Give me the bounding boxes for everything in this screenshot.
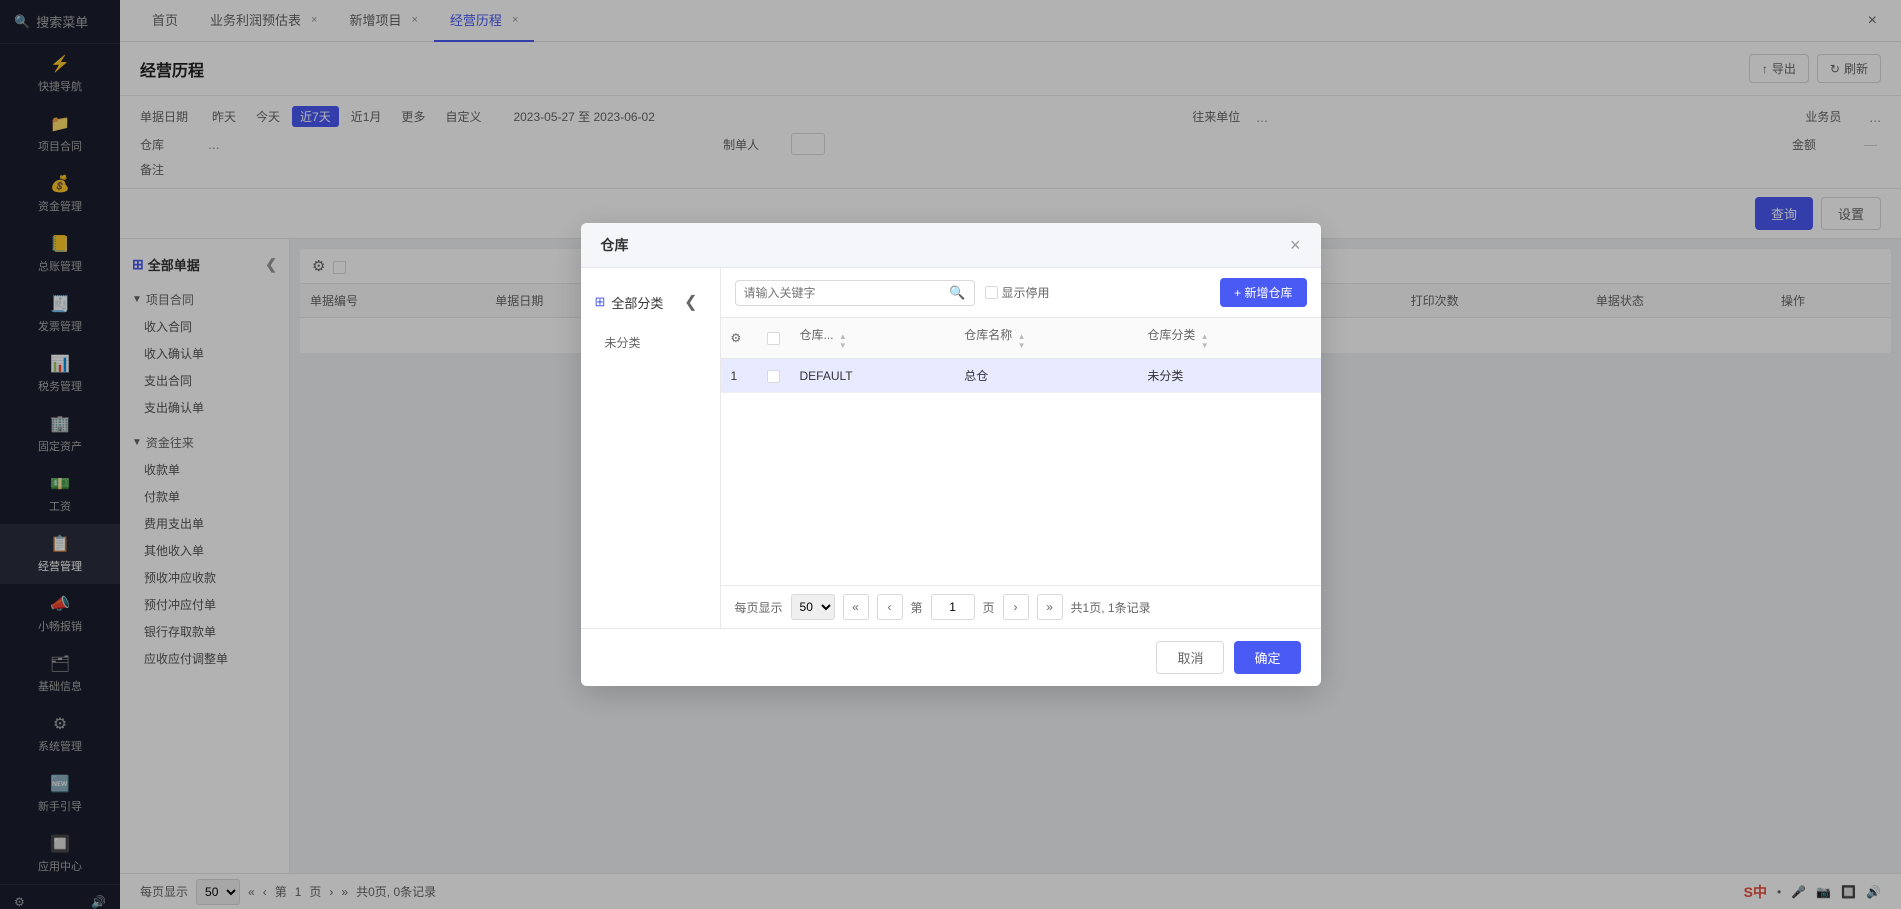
table-row[interactable]: 1 DEFAULT 总仓 未分类 — [721, 359, 1321, 393]
modal-footer: 取消 确定 — [581, 628, 1321, 686]
modal-left-panel: ⊞ 全部分类 ❮ 未分类 — [581, 268, 721, 628]
modal-body: ⊞ 全部分类 ❮ 未分类 🔍 显示停用 — [581, 268, 1321, 628]
modal-grid-icon: ⊞ — [595, 294, 606, 310]
show-disabled-text: 显示停用 — [1002, 284, 1050, 301]
modal-table: ⚙ 仓库... 仓库名称 仓库分类 1 DEFAULT — [721, 318, 1321, 393]
modal-page-input[interactable] — [931, 594, 975, 620]
modal-page-size-label: 每页显示 — [735, 599, 783, 616]
modal-search-input[interactable] — [744, 286, 944, 300]
modal-sub-未分类[interactable]: 未分类 — [581, 328, 720, 357]
modal-left-subs: 未分类 — [581, 328, 720, 357]
col-name[interactable]: 仓库名称 — [954, 318, 1137, 359]
col-check[interactable] — [757, 318, 790, 359]
modal-page-label: 第 — [911, 599, 923, 616]
select-all-checkbox[interactable] — [767, 332, 780, 345]
col-category[interactable]: 仓库分类 — [1137, 318, 1320, 359]
modal-next-btn[interactable]: › — [1003, 594, 1029, 620]
modal-header: 仓库 × — [581, 223, 1321, 268]
modal-overlay: 仓库 × ⊞ 全部分类 ❮ 未分类 🔍 — [0, 0, 1901, 909]
modal-title: 仓库 — [601, 235, 629, 255]
modal-close-btn[interactable]: × — [1290, 236, 1301, 254]
row-check[interactable] — [757, 359, 790, 393]
row-name: 总仓 — [954, 359, 1137, 393]
modal-page-label2: 页 — [983, 599, 995, 616]
modal-all-category[interactable]: ⊞ 全部分类 ❮ — [581, 276, 720, 328]
col-gear[interactable]: ⚙ — [721, 318, 757, 359]
show-disabled-label[interactable]: 显示停用 — [985, 284, 1050, 301]
modal-page-size-select[interactable]: 50 — [791, 594, 835, 620]
modal-last-btn[interactable]: » — [1037, 594, 1063, 620]
modal-first-btn[interactable]: « — [843, 594, 869, 620]
modal-total: 共1页, 1条记录 — [1071, 599, 1151, 616]
row-code: DEFAULT — [790, 359, 955, 393]
cancel-button[interactable]: 取消 — [1156, 641, 1224, 674]
row-num: 1 — [721, 359, 757, 393]
confirm-button[interactable]: 确定 — [1234, 641, 1300, 674]
modal-collapse-btn[interactable]: ❮ — [676, 284, 705, 320]
row-category: 未分类 — [1137, 359, 1320, 393]
gear-icon: ⚙ — [731, 331, 742, 345]
modal-pagination: 每页显示 50 « ‹ 第 页 › » 共1页, 1条记录 — [721, 585, 1321, 628]
col-code[interactable]: 仓库... — [790, 318, 955, 359]
modal-right-panel: 🔍 显示停用 + 新增仓库 ⚙ 仓库... — [721, 268, 1321, 628]
search-icon: 🔍 — [949, 285, 965, 301]
modal-search-box[interactable]: 🔍 — [735, 280, 975, 306]
add-warehouse-btn[interactable]: + 新增仓库 — [1220, 278, 1306, 307]
warehouse-modal: 仓库 × ⊞ 全部分类 ❮ 未分类 🔍 — [581, 223, 1321, 686]
modal-all-label: 全部分类 — [611, 293, 663, 312]
modal-table-wrapper: ⚙ 仓库... 仓库名称 仓库分类 1 DEFAULT — [721, 318, 1321, 585]
modal-toolbar: 🔍 显示停用 + 新增仓库 — [721, 268, 1321, 318]
modal-prev-btn[interactable]: ‹ — [877, 594, 903, 620]
show-disabled-checkbox[interactable] — [985, 286, 998, 299]
